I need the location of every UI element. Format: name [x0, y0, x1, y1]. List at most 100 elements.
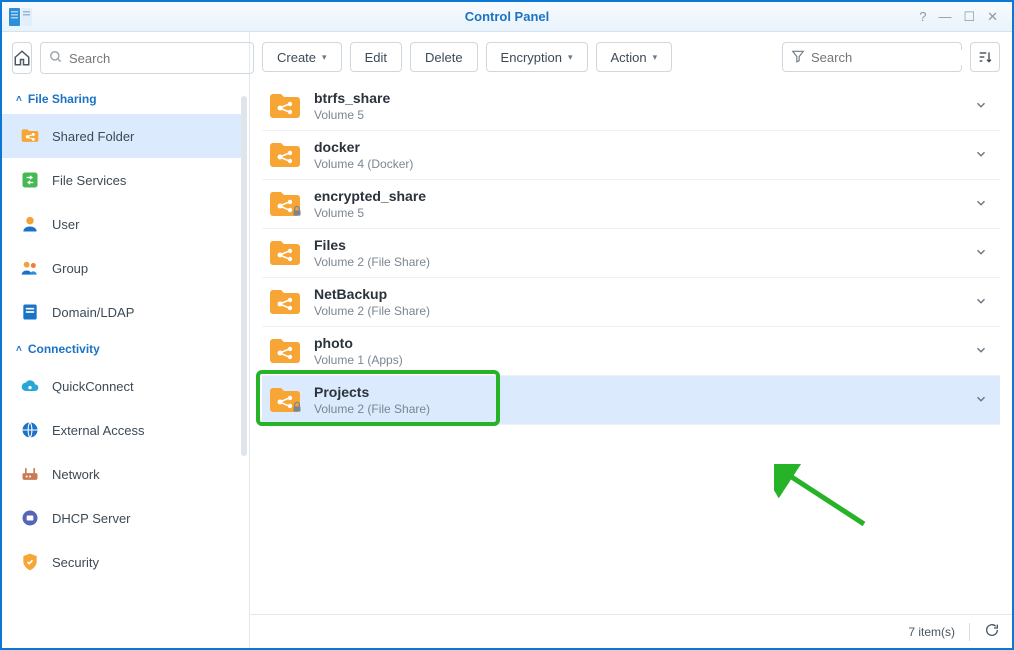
sidebar-item-shared-folder[interactable]: Shared Folder [2, 114, 247, 158]
sidebar-item-label: File Services [52, 173, 126, 188]
sidebar-item-domain-ldap[interactable]: Domain/LDAP [2, 290, 247, 334]
sidebar-section-header[interactable]: ˄ Connectivity [2, 334, 247, 364]
folder-name: encrypted_share [314, 188, 974, 204]
folder-row[interactable]: Projects Volume 2 (File Share) [262, 376, 1000, 425]
minimize-button[interactable]: — [938, 9, 951, 25]
folder-name: docker [314, 139, 974, 155]
router-icon [20, 464, 40, 484]
sidebar-item-label: Network [52, 467, 100, 482]
chevron-up-icon: ˄ [16, 344, 22, 355]
folder-row[interactable]: Files Volume 2 (File Share) [262, 229, 1000, 278]
book-icon [20, 302, 40, 322]
dhcp-icon [20, 508, 40, 528]
delete-button[interactable]: Delete [410, 42, 478, 72]
folder-volume: Volume 5 [314, 206, 974, 220]
globe-icon [20, 420, 40, 440]
caret-down-icon: ▾ [322, 52, 327, 63]
sidebar-item-label: Group [52, 261, 88, 276]
edit-button[interactable]: Edit [350, 42, 402, 72]
sidebar-item-quickconnect[interactable]: QuickConnect [2, 364, 247, 408]
filter-search[interactable] [782, 42, 962, 72]
sidebar-item-label: DHCP Server [52, 511, 131, 526]
sidebar-search-input[interactable] [69, 51, 245, 66]
search-icon [49, 50, 63, 67]
refresh-button[interactable] [984, 622, 1000, 641]
filter-search-input[interactable] [811, 50, 987, 65]
sidebar-item-dhcp-server[interactable]: DHCP Server [2, 496, 247, 540]
sidebar-item-security[interactable]: Security [2, 540, 247, 584]
chevron-down-icon[interactable] [974, 294, 988, 311]
home-button[interactable] [12, 42, 32, 74]
lock-icon [290, 204, 304, 221]
folder-share-icon [20, 126, 40, 146]
sidebar-scrollbar[interactable] [241, 96, 247, 456]
maximize-button[interactable]: ☐ [963, 9, 975, 25]
folder-volume: Volume 1 (Apps) [314, 353, 974, 367]
sidebar-section-label: Connectivity [28, 342, 100, 356]
sidebar-item-label: Shared Folder [52, 129, 134, 144]
folder-volume: Volume 2 (File Share) [314, 304, 974, 318]
sidebar-item-label: Domain/LDAP [52, 305, 134, 320]
control-panel-window: Control Panel ? — ☐ ✕ [0, 0, 1014, 650]
file-arrows-icon [20, 170, 40, 190]
lock-icon [290, 400, 304, 417]
chevron-down-icon[interactable] [974, 98, 988, 115]
shared-folder-icon [268, 238, 302, 268]
sidebar: ˄ File Sharing Shared Folder File Services U… [2, 32, 250, 648]
sidebar-item-group[interactable]: Group [2, 246, 247, 290]
shared-folder-icon [268, 385, 302, 415]
folder-name: Projects [314, 384, 974, 400]
caret-down-icon: ▾ [568, 52, 573, 63]
sidebar-item-external-access[interactable]: External Access [2, 408, 247, 452]
app-logo-icon [8, 6, 34, 28]
sort-button[interactable] [970, 42, 1000, 72]
chevron-down-icon[interactable] [974, 196, 988, 213]
cloud-icon [20, 376, 40, 396]
caret-down-icon: ▾ [653, 52, 658, 63]
toolbar: Create ▾ Edit Delete Encryption ▾ Action… [250, 32, 1012, 82]
people-pair-icon [20, 258, 40, 278]
sidebar-item-file-services[interactable]: File Services [2, 158, 247, 202]
folder-volume: Volume 4 (Docker) [314, 157, 974, 171]
titlebar: Control Panel ? — ☐ ✕ [2, 2, 1012, 32]
help-button[interactable]: ? [919, 9, 926, 25]
person-icon [20, 214, 40, 234]
chevron-down-icon[interactable] [974, 392, 988, 409]
main-panel: Create ▾ Edit Delete Encryption ▾ Action… [250, 32, 1012, 648]
folder-name: Files [314, 237, 974, 253]
folder-row[interactable]: docker Volume 4 (Docker) [262, 131, 1000, 180]
folder-volume: Volume 5 [314, 108, 974, 122]
folder-row[interactable]: encrypted_share Volume 5 [262, 180, 1000, 229]
item-count: 7 item(s) [908, 625, 955, 639]
sidebar-section-label: File Sharing [28, 92, 97, 106]
action-button[interactable]: Action ▾ [596, 42, 673, 72]
create-button[interactable]: Create ▾ [262, 42, 342, 72]
folder-name: photo [314, 335, 974, 351]
sidebar-item-user[interactable]: User [2, 202, 247, 246]
folder-row[interactable]: photo Volume 1 (Apps) [262, 327, 1000, 376]
shared-folder-icon [268, 336, 302, 366]
folder-name: NetBackup [314, 286, 974, 302]
shared-folder-icon [268, 140, 302, 170]
folder-row[interactable]: NetBackup Volume 2 (File Share) [262, 278, 1000, 327]
shared-folder-icon [268, 91, 302, 121]
chevron-down-icon[interactable] [974, 245, 988, 262]
encryption-button[interactable]: Encryption ▾ [486, 42, 588, 72]
folder-row[interactable]: btrfs_share Volume 5 [262, 82, 1000, 131]
shared-folder-icon [268, 287, 302, 317]
sidebar-search[interactable] [40, 42, 254, 74]
sidebar-item-label: User [52, 217, 79, 232]
sidebar-section-header[interactable]: ˄ File Sharing [2, 84, 247, 114]
sidebar-item-network[interactable]: Network [2, 452, 247, 496]
close-button[interactable]: ✕ [987, 9, 998, 25]
sidebar-item-label: QuickConnect [52, 379, 134, 394]
sidebar-item-label: Security [52, 555, 99, 570]
chevron-down-icon[interactable] [974, 147, 988, 164]
folder-volume: Volume 2 (File Share) [314, 255, 974, 269]
sidebar-item-label: External Access [52, 423, 145, 438]
shared-folder-list: btrfs_share Volume 5 docker Volume 4 (Do… [250, 82, 1012, 614]
funnel-icon [791, 49, 805, 66]
chevron-down-icon[interactable] [974, 343, 988, 360]
folder-name: btrfs_share [314, 90, 974, 106]
chevron-up-icon: ˄ [16, 94, 22, 105]
